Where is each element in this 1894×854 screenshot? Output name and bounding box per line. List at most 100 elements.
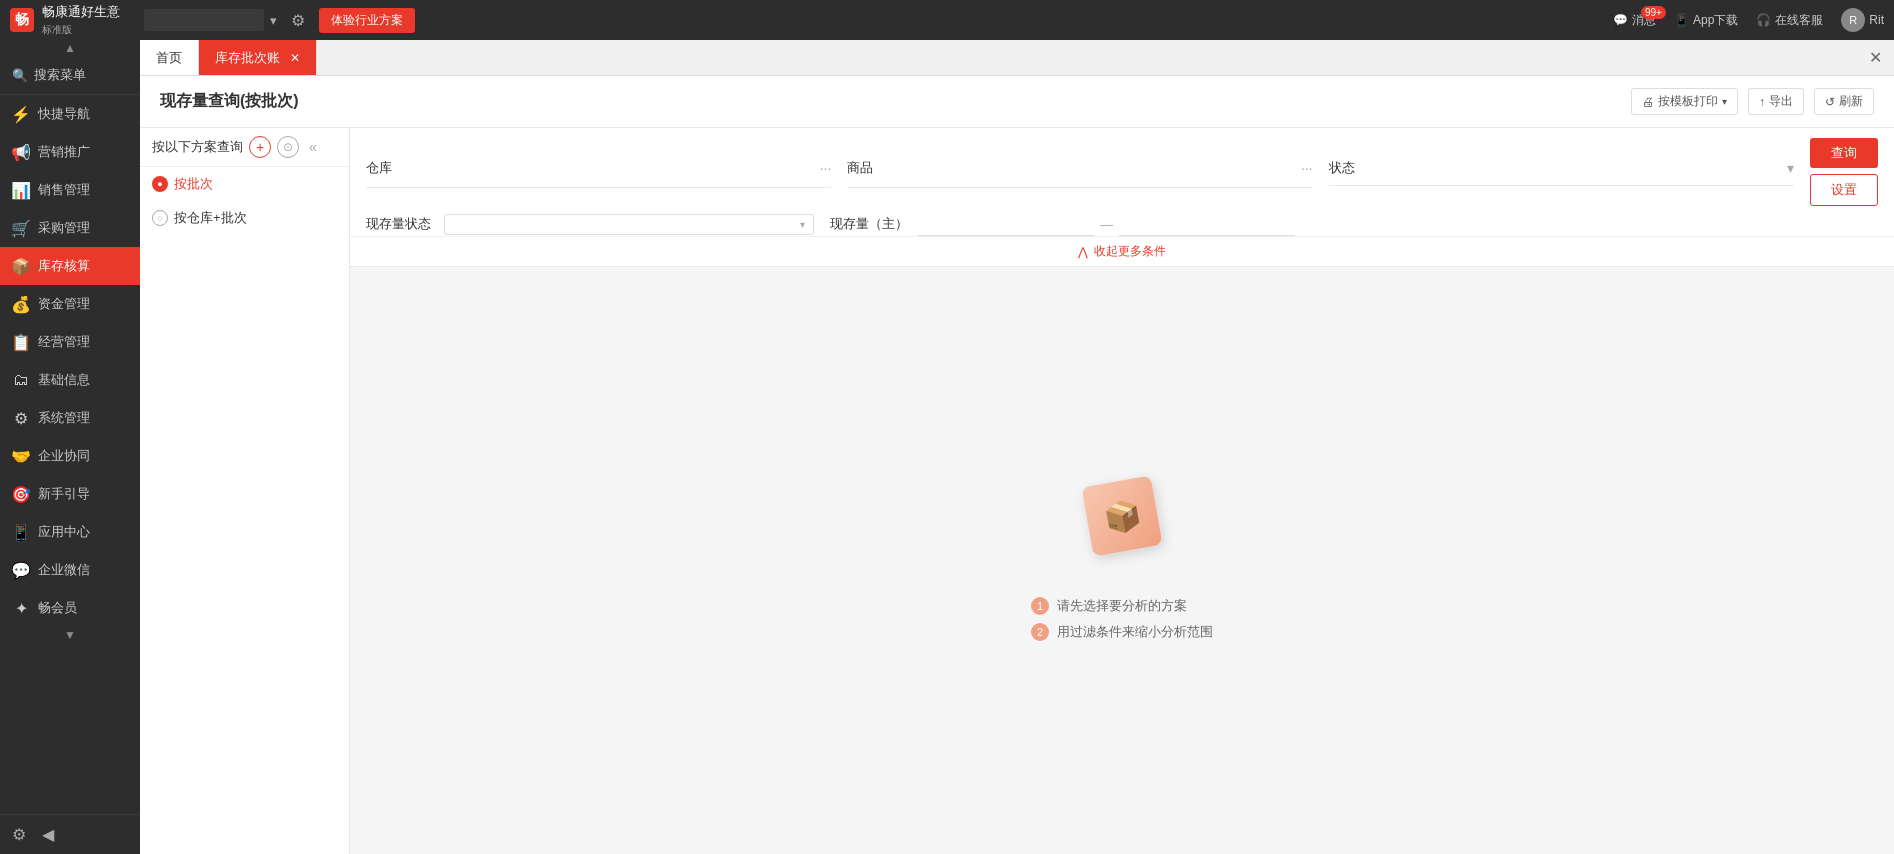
page-title: 现存量查询(按批次) [160, 91, 299, 112]
sidebar-item-marketing[interactable]: 📢 营销推广 [0, 133, 140, 171]
scheme-inactive-dot: ○ [152, 210, 168, 226]
export-button[interactable]: ↑ 导出 [1748, 88, 1804, 115]
goods-input[interactable] [895, 156, 1297, 179]
marketing-icon: 📢 [12, 143, 30, 161]
goods-more-icon[interactable]: ··· [1301, 160, 1313, 176]
stock-status-field: 现存量状态 ▾ [366, 214, 814, 235]
scheme-collapse-icon[interactable]: « [309, 139, 317, 155]
topbar-right: 💬 消息 99+ 📱 App下载 🎧 在线客服 R Rit [1613, 8, 1884, 32]
messages-button[interactable]: 💬 消息 99+ [1613, 12, 1656, 29]
sidebar-label-marketing: 营销推广 [38, 143, 90, 161]
appcenter-icon: 📱 [12, 523, 30, 541]
stock-qty-min-input[interactable] [918, 212, 1094, 236]
scheme-setting-button[interactable]: ⊙ [277, 136, 299, 158]
warehouse-input[interactable] [414, 156, 816, 179]
warehouse-field: 仓库 ··· [366, 156, 831, 188]
inventory-icon: 📦 [12, 257, 30, 275]
member-icon: ✦ [12, 599, 30, 617]
sidebar-settings-icon[interactable]: ⚙ [12, 825, 26, 844]
page-header: 现存量查询(按批次) 🖨 按模板打印 ▾ ↑ 导出 ↺ 刷新 [140, 76, 1894, 128]
sidebar-scroll-down[interactable]: ▼ [0, 625, 140, 645]
scheme-add-button[interactable]: + [249, 136, 271, 158]
home-tab-label: 首页 [156, 49, 182, 67]
main-layout: ▲ 🔍 搜索菜单 ⚡ 快捷导航 📢 营销推广 📊 销售管理 🛒 采购管理 📦 库… [0, 40, 1894, 854]
empty-icon: 📦 [1072, 481, 1172, 581]
stock-qty-field: 现存量（主） — [830, 212, 1278, 236]
goods-field: 商品 ··· [847, 156, 1312, 188]
shortcuts-icon: ⚡ [12, 105, 30, 123]
sidebar-item-shortcuts[interactable]: ⚡ 快捷导航 [0, 95, 140, 133]
export-icon: ↑ [1759, 95, 1765, 109]
export-label: 导出 [1769, 93, 1793, 110]
sidebar-item-newuser[interactable]: 🎯 新手引导 [0, 475, 140, 513]
status-chevron-icon[interactable]: ▾ [1787, 160, 1794, 176]
empty-tip-1: 1 请先选择要分析的方案 [1031, 597, 1213, 615]
sidebar-label-system: 系统管理 [38, 409, 90, 427]
query-button[interactable]: 查询 [1810, 138, 1878, 168]
nav-search-input[interactable] [144, 9, 264, 31]
filter-panel: 仓库 ··· 商品 ··· [350, 128, 1894, 267]
sidebar-item-wechat[interactable]: 💬 企业微信 [0, 551, 140, 589]
sidebar-label-newuser: 新手引导 [38, 485, 90, 503]
sidebar-label-enterprise: 企业协同 [38, 447, 90, 465]
scheme-by-batch-label: 按批次 [174, 175, 213, 193]
refresh-button[interactable]: ↺ 刷新 [1814, 88, 1874, 115]
tab-panel-close-button[interactable]: ✕ [1857, 40, 1894, 75]
refresh-icon: ↺ [1825, 95, 1835, 109]
app-download-label: App下载 [1693, 12, 1738, 29]
sidebar-item-purchase[interactable]: 🛒 采购管理 [0, 209, 140, 247]
stock-status-label: 现存量状态 [366, 215, 436, 233]
body-area: 按以下方案查询 + ⊙ « [140, 128, 1894, 854]
status-label: 状态 [1329, 159, 1369, 177]
inventory-batch-tab-label: 库存批次账 [215, 49, 280, 67]
collapse-label: 收起更多条件 [1094, 243, 1166, 260]
sidebar-collapse-icon[interactable]: ◀ [42, 825, 54, 844]
scheme-item-by-batch[interactable]: ● 按批次 [140, 167, 349, 201]
stock-status-select[interactable]: ▾ [444, 214, 814, 235]
brand-name: 畅康通好生意 [42, 3, 120, 21]
tab-home[interactable]: 首页 [140, 40, 199, 75]
print-chevron-icon[interactable]: ▾ [1722, 96, 1727, 107]
sidebar-label-basics: 基础信息 [38, 371, 90, 389]
sidebar-label-finance: 资金管理 [38, 295, 90, 313]
print-template-button[interactable]: 🖨 按模板打印 ▾ [1631, 88, 1738, 115]
print-icon: 🖨 [1642, 95, 1654, 109]
sidebar-item-finance[interactable]: 💰 资金管理 [0, 285, 140, 323]
scheme-item-by-warehouse-batch[interactable]: ○ 按仓库+批次 [140, 201, 349, 235]
empty-tip-2: 2 用过滤条件来缩小分析范围 [1031, 623, 1213, 641]
sidebar-item-sales[interactable]: 📊 销售管理 [0, 171, 140, 209]
app-download-button[interactable]: 📱 App下载 [1674, 12, 1738, 29]
scheme-by-warehouse-batch-label: 按仓库+批次 [174, 209, 247, 227]
sidebar-item-member[interactable]: ✦ 畅会员 [0, 589, 140, 627]
trial-button[interactable]: 体验行业方案 [319, 8, 415, 33]
sidebar: ▲ 🔍 搜索菜单 ⚡ 快捷导航 📢 营销推广 📊 销售管理 🛒 采购管理 📦 库… [0, 40, 140, 854]
sidebar-item-enterprise[interactable]: 🤝 企业协同 [0, 437, 140, 475]
sidebar-item-basics[interactable]: 🗂 基础信息 [0, 361, 140, 399]
avatar-text: R [1849, 14, 1857, 26]
sidebar-search[interactable]: 🔍 搜索菜单 [0, 56, 140, 95]
sidebar-item-appcenter[interactable]: 📱 应用中心 [0, 513, 140, 551]
sidebar-item-inventory[interactable]: 📦 库存核算 [0, 247, 140, 285]
warehouse-more-icon[interactable]: ··· [820, 160, 832, 176]
nav-chevron-icon[interactable]: ▾ [270, 13, 277, 28]
stock-status-chevron-icon: ▾ [800, 219, 805, 230]
tip-text-2: 用过滤条件来缩小分析范围 [1057, 623, 1213, 641]
tab-close-icon[interactable]: ✕ [290, 51, 300, 65]
sidebar-item-system[interactable]: ⚙ 系统管理 [0, 399, 140, 437]
phone-icon: 📱 [1674, 13, 1689, 27]
tip-text-1: 请先选择要分析的方案 [1057, 597, 1187, 615]
sidebar-label-wechat: 企业微信 [38, 561, 90, 579]
tab-inventory-batch[interactable]: 库存批次账 ✕ [199, 40, 317, 75]
setting-circle-icon: ⊙ [283, 140, 293, 154]
sidebar-label-inventory: 库存核算 [38, 257, 90, 275]
user-profile-button[interactable]: R Rit [1841, 8, 1884, 32]
empty-icon-box: 📦 [1081, 475, 1162, 556]
sidebar-label-purchase: 采购管理 [38, 219, 90, 237]
results-area: 📦 1 请先选择要分析的方案 2 用过滤条件来缩小分析范围 [350, 267, 1894, 854]
sidebar-item-operations[interactable]: 📋 经营管理 [0, 323, 140, 361]
settings-button[interactable]: 设置 [1810, 174, 1878, 206]
topbar-gear-icon[interactable]: ⚙ [291, 11, 305, 30]
online-support-button[interactable]: 🎧 在线客服 [1756, 12, 1823, 29]
collapse-more-button[interactable]: ⋀ 收起更多条件 [350, 236, 1894, 266]
stock-qty-max-input[interactable] [1119, 212, 1295, 236]
